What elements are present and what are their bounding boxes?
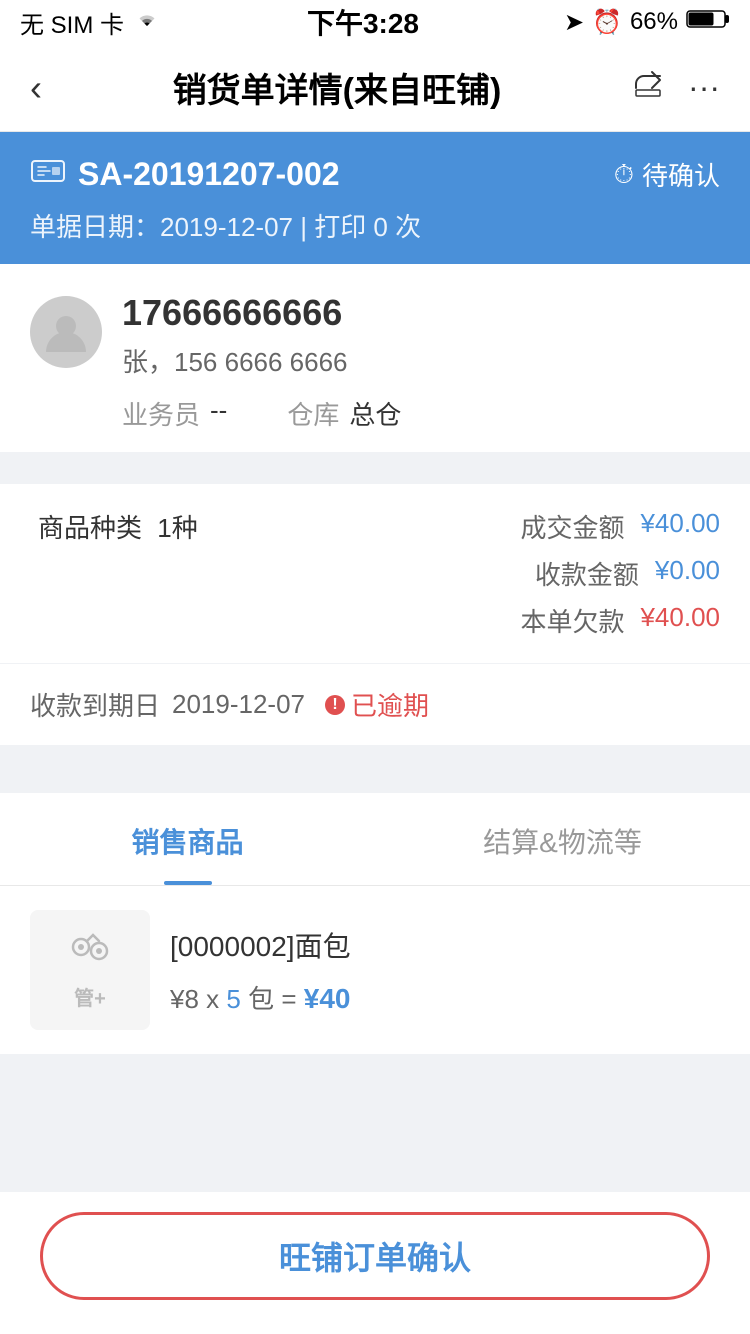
- product-thumbnail: 管+: [30, 910, 150, 1030]
- overdue-icon: !: [325, 695, 345, 715]
- confirm-order-button[interactable]: 旺铺订单确认: [40, 1212, 710, 1300]
- nav-actions: ···: [632, 68, 720, 108]
- status-bar-right: ➤ ⏰ 66%: [564, 8, 730, 37]
- order-status: ⏱ 待确认: [614, 156, 720, 193]
- tab-settlement[interactable]: 结算&物流等: [375, 793, 750, 885]
- due-date-section: 收款到期日 2019-12-07 ! 已逾期: [0, 663, 750, 745]
- goods-type: 商品种类 1种: [30, 508, 198, 545]
- order-header: SA-20191207-002 ⏱ 待确认 单据日期：2019-12-07 | …: [0, 132, 750, 264]
- product-item: 管+ [0000002]面包 ¥8 x 5 包 = ¥40: [0, 886, 750, 1054]
- warehouse: 仓库 总仓: [287, 395, 401, 432]
- share-icon[interactable]: [632, 68, 664, 108]
- order-id: SA-20191207-002: [30, 156, 340, 193]
- brand-text: 管+: [74, 982, 106, 1011]
- summary-card: 商品种类 1种 成交金额 ¥40.00 收款金额 ¥0.00 本单欠款 ¥40.…: [0, 484, 750, 745]
- battery-level: 66%: [630, 8, 678, 36]
- overdue-badge: ! 已逾期: [325, 686, 429, 723]
- back-button[interactable]: ‹: [30, 67, 42, 109]
- customer-info: 17666666666 张，156 6666 6666 业务员 -- 仓库 总仓: [122, 292, 720, 432]
- product-thumb-icon: [65, 929, 115, 978]
- wifi-icon: [132, 8, 162, 37]
- customer-card: 17666666666 张，156 6666 6666 业务员 -- 仓库 总仓: [0, 264, 750, 452]
- order-date: 单据日期：2019-12-07 | 打印 0 次: [30, 207, 720, 244]
- product-price: ¥8 x 5 包 = ¥40: [170, 979, 720, 1016]
- status-bar-time: 下午3:28: [307, 2, 419, 42]
- page-title: 销货单详情(来自旺铺): [173, 63, 502, 112]
- more-icon[interactable]: ···: [688, 69, 720, 106]
- tabs-bar: 销售商品 结算&物流等: [0, 793, 750, 886]
- deal-amount-row: 成交金额 ¥40.00: [520, 508, 720, 545]
- received-amount-row: 收款金额 ¥0.00: [535, 555, 720, 592]
- sim-status: 无 SIM 卡: [20, 5, 124, 40]
- location-icon: ➤: [564, 8, 584, 37]
- customer-avatar: [30, 296, 102, 368]
- status-bar: 无 SIM 卡 下午3:28 ➤ ⏰ 66%: [0, 0, 750, 44]
- bottom-bar: 旺铺订单确认: [0, 1192, 750, 1334]
- status-bar-left: 无 SIM 卡: [20, 5, 162, 40]
- divider-2: [0, 761, 750, 777]
- tabs-section: 销售商品 结算&物流等 管+ [0000002]面包: [0, 793, 750, 1054]
- order-icon: [30, 156, 66, 193]
- customer-phone: 17666666666: [122, 292, 720, 334]
- tab-sales-goods[interactable]: 销售商品: [0, 793, 375, 885]
- battery-icon: [686, 8, 730, 37]
- alarm-icon: ⏰: [592, 8, 622, 37]
- owed-amount-row: 本单欠款 ¥40.00: [520, 602, 720, 639]
- product-name: [0000002]面包: [170, 925, 720, 965]
- product-info: [0000002]面包 ¥8 x 5 包 = ¥40: [170, 925, 720, 1016]
- sales-rep: 业务员 --: [122, 395, 227, 432]
- clock-icon: ⏱: [614, 159, 634, 191]
- divider-1: [0, 468, 750, 484]
- nav-bar: ‹ 销货单详情(来自旺铺) ···: [0, 44, 750, 132]
- customer-name: 张，156 6666 6666: [122, 342, 720, 379]
